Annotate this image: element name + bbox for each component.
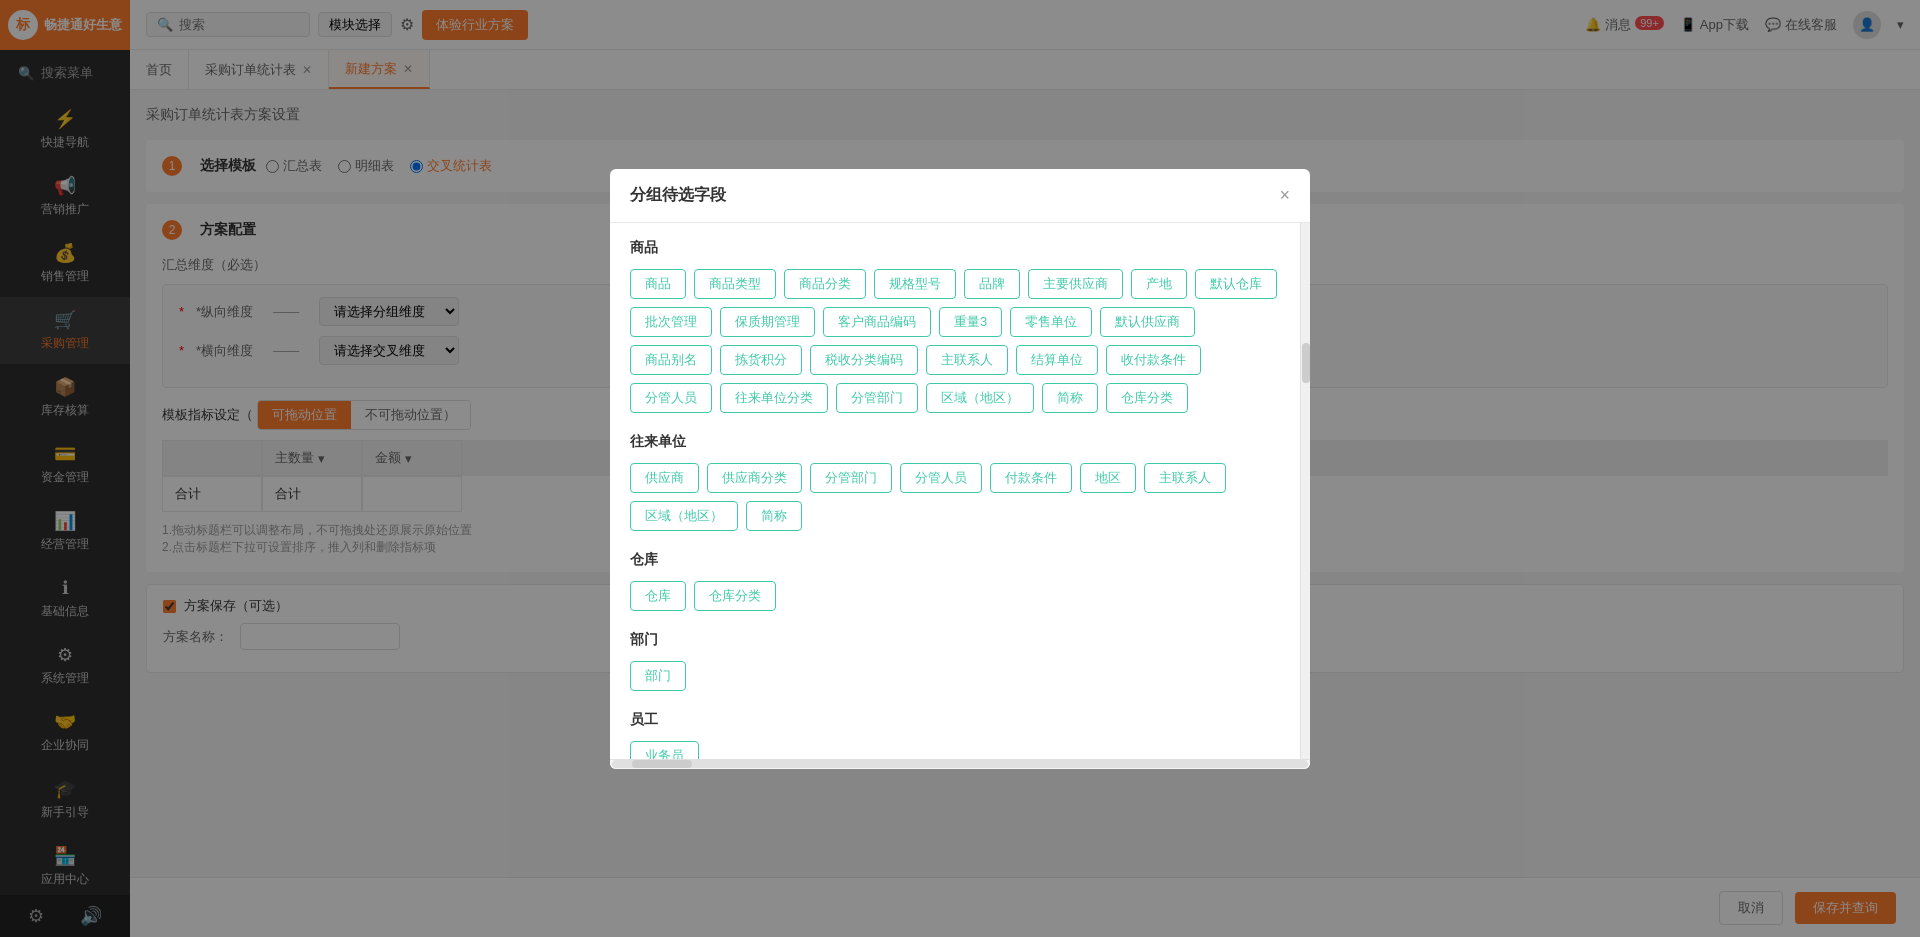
modal-scrollbar[interactable]: [1300, 223, 1310, 760]
modal-body-wrapper: 商品 商品 商品类型 商品分类 规格型号 品牌 主要供应商 产地 默认仓库 批次…: [610, 223, 1310, 760]
field-quyu1[interactable]: 区域（地区）: [926, 383, 1034, 413]
field-morencangku[interactable]: 默认仓库: [1195, 269, 1277, 299]
field-guigexinghao[interactable]: 规格型号: [874, 269, 956, 299]
section-warehouse-title: 仓库: [630, 551, 1280, 569]
section-department: 部门 部门: [630, 631, 1280, 691]
partner-fields: 供应商 供应商分类 分管部门 分管人员 付款条件 地区 主联系人 区域（地区） …: [630, 463, 1280, 531]
section-partner: 往来单位 供应商 供应商分类 分管部门 分管人员 付款条件 地区 主联系人 区域…: [630, 433, 1280, 531]
field-kehushangpinbianma[interactable]: 客户商品编码: [823, 307, 931, 337]
field-fengguanbu2[interactable]: 分管部门: [810, 463, 892, 493]
field-shangpinfenlei[interactable]: 商品分类: [784, 269, 866, 299]
field-jianhuo[interactable]: 拣货积分: [720, 345, 802, 375]
department-fields: 部门: [630, 661, 1280, 691]
field-zhuliannxiren[interactable]: 主联系人: [926, 345, 1008, 375]
field-zhuyaogongyingshang[interactable]: 主要供应商: [1028, 269, 1123, 299]
employee-fields: 业务员: [630, 741, 1280, 760]
field-fengguanrenyuan2[interactable]: 分管人员: [900, 463, 982, 493]
modal-close-button[interactable]: ×: [1279, 185, 1290, 206]
field-shuishou[interactable]: 税收分类编码: [810, 345, 918, 375]
product-fields: 商品 商品类型 商品分类 规格型号 品牌 主要供应商 产地 默认仓库 批次管理 …: [630, 269, 1280, 413]
field-baozhiqiguanli[interactable]: 保质期管理: [720, 307, 815, 337]
field-cangku[interactable]: 仓库: [630, 581, 686, 611]
field-bumen[interactable]: 部门: [630, 661, 686, 691]
warehouse-fields: 仓库 仓库分类: [630, 581, 1280, 611]
modal-hscrollbar: [610, 759, 1310, 768]
field-fukuantiaojian[interactable]: 付款条件: [990, 463, 1072, 493]
field-jiancheng1[interactable]: 简称: [1042, 383, 1098, 413]
hscroll-thumb: [632, 760, 692, 768]
section-product: 商品 商品 商品类型 商品分类 规格型号 品牌 主要供应商 产地 默认仓库 批次…: [630, 239, 1280, 413]
field-lingshoudanwei[interactable]: 零售单位: [1010, 307, 1092, 337]
field-chandi[interactable]: 产地: [1131, 269, 1187, 299]
field-gongyingshang[interactable]: 供应商: [630, 463, 699, 493]
field-gongyingshangfenlei[interactable]: 供应商分类: [707, 463, 802, 493]
field-shoufukuantiaojian[interactable]: 收付款条件: [1106, 345, 1201, 375]
field-fengguanbu[interactable]: 分管部门: [836, 383, 918, 413]
modal-overlay[interactable]: 分组待选字段 × 商品 商品 商品类型 商品分类 规格型号 品牌 主要供应商 产…: [0, 0, 1920, 937]
field-quyu2[interactable]: 区域（地区）: [630, 501, 738, 531]
section-partner-title: 往来单位: [630, 433, 1280, 451]
field-shangpinbiemeng[interactable]: 商品别名: [630, 345, 712, 375]
field-morengongyingshang[interactable]: 默认供应商: [1100, 307, 1195, 337]
field-piciciguanli[interactable]: 批次管理: [630, 307, 712, 337]
field-cangkufenlei1[interactable]: 仓库分类: [1106, 383, 1188, 413]
hscroll-track: [612, 760, 1308, 768]
field-wanglaifenlei[interactable]: 往来单位分类: [720, 383, 828, 413]
modal-body: 商品 商品 商品类型 商品分类 规格型号 品牌 主要供应商 产地 默认仓库 批次…: [610, 223, 1300, 760]
scroll-thumb: [1302, 343, 1310, 383]
modal-header: 分组待选字段 ×: [610, 169, 1310, 223]
field-fengguanrenyuan[interactable]: 分管人员: [630, 383, 712, 413]
field-cangkufenlei2[interactable]: 仓库分类: [694, 581, 776, 611]
field-jiancheng2[interactable]: 简称: [746, 501, 802, 531]
field-jiesuandanwei[interactable]: 结算单位: [1016, 345, 1098, 375]
section-product-title: 商品: [630, 239, 1280, 257]
section-employee-title: 员工: [630, 711, 1280, 729]
field-shangpinleixing[interactable]: 商品类型: [694, 269, 776, 299]
field-select-modal: 分组待选字段 × 商品 商品 商品类型 商品分类 规格型号 品牌 主要供应商 产…: [610, 169, 1310, 769]
field-zhuliannxiren2[interactable]: 主联系人: [1144, 463, 1226, 493]
field-yewuyuan[interactable]: 业务员: [630, 741, 699, 760]
field-pinpai[interactable]: 品牌: [964, 269, 1020, 299]
section-department-title: 部门: [630, 631, 1280, 649]
field-shangpin[interactable]: 商品: [630, 269, 686, 299]
field-zhongliang3[interactable]: 重量3: [939, 307, 1002, 337]
field-diqu[interactable]: 地区: [1080, 463, 1136, 493]
section-employee: 员工 业务员: [630, 711, 1280, 760]
modal-title: 分组待选字段: [630, 185, 726, 206]
section-warehouse: 仓库 仓库 仓库分类: [630, 551, 1280, 611]
